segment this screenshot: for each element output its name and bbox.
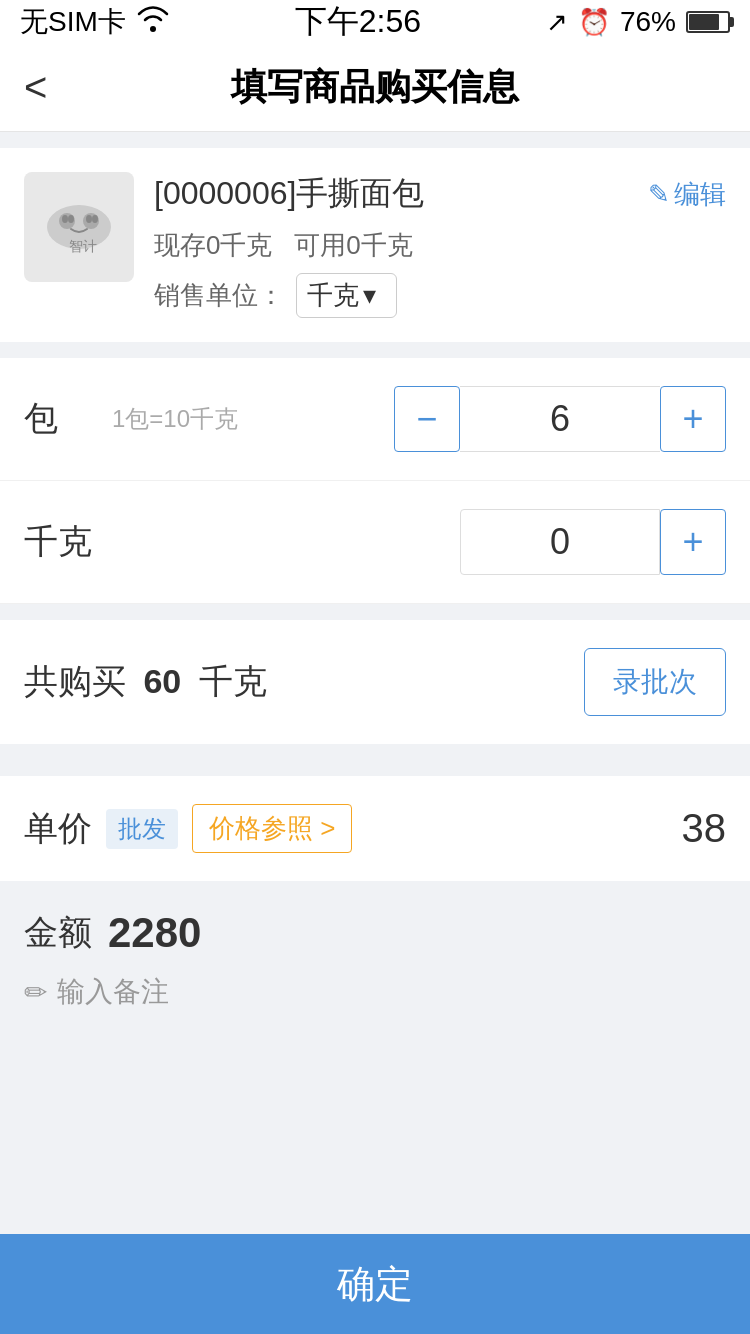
summary-section: 共购买 60 千克 录批次: [0, 620, 750, 744]
record-batch-button[interactable]: 录批次: [584, 648, 726, 716]
bao-hint: 1包=10千克: [112, 403, 394, 435]
unit-label: 销售单位：: [154, 278, 284, 313]
page-title: 填写商品购买信息: [231, 63, 519, 112]
battery-icon: [686, 11, 730, 33]
amount-row: 金额 2280: [24, 909, 726, 957]
product-name: [0000006]手撕面包: [154, 172, 424, 216]
status-bar-right: ↗ ⏰ 76%: [546, 6, 730, 38]
battery-percent: 76%: [620, 6, 676, 38]
chevron-down-icon: ▾: [363, 280, 376, 311]
product-card: 智计 [0000006]手撕面包 ✎ 编辑 现存0千克 可用0千克 销售单位： …: [0, 148, 750, 342]
amount-section: 金额 2280 ✏ 输入备注: [0, 881, 750, 1039]
product-stock: 现存0千克 可用0千克: [154, 228, 726, 263]
confirm-button[interactable]: 确定: [337, 1259, 413, 1310]
svg-point-5: [86, 215, 92, 223]
alarm-icon: ⏰: [578, 7, 610, 38]
summary-amount: 60: [143, 662, 181, 700]
quantity-kg-row: 千克 +: [0, 481, 750, 604]
bao-minus-button[interactable]: −: [394, 386, 460, 452]
kg-label: 千克: [24, 519, 104, 565]
status-bar: 无SIM卡 下午2:56 ↗ ⏰ 76%: [0, 0, 750, 44]
price-label: 单价: [24, 806, 92, 852]
quantity-bao-row: 包 1包=10千克 − +: [0, 358, 750, 481]
price-value: 38: [682, 806, 727, 851]
product-image: 智计: [24, 172, 134, 282]
kg-quantity-input[interactable]: [460, 509, 660, 575]
svg-text:智计: 智计: [69, 238, 97, 254]
bao-plus-button[interactable]: +: [660, 386, 726, 452]
price-label-area: 单价 批发 价格参照 >: [24, 804, 352, 853]
bao-quantity-input[interactable]: [460, 386, 660, 452]
status-bar-left: 无SIM卡: [20, 3, 170, 41]
remark-row[interactable]: ✏ 输入备注: [24, 973, 726, 1011]
bao-quantity-control: − +: [394, 386, 726, 452]
remark-placeholder: 输入备注: [57, 973, 169, 1011]
kg-plus-button[interactable]: +: [660, 509, 726, 575]
location-icon: ↗: [546, 7, 568, 38]
separator: [0, 744, 750, 760]
pencil-icon: ✏: [24, 976, 47, 1009]
price-ref-button[interactable]: 价格参照 >: [192, 804, 352, 853]
edit-button[interactable]: ✎ 编辑: [648, 177, 726, 212]
back-button[interactable]: <: [24, 65, 47, 110]
nav-bar: < 填写商品购买信息: [0, 44, 750, 132]
time-display: 下午2:56: [295, 0, 421, 44]
bao-label: 包: [24, 396, 104, 442]
quantity-bao-section: 包 1包=10千克 − + 千克 +: [0, 358, 750, 604]
svg-point-3: [62, 215, 68, 223]
svg-point-6: [92, 215, 98, 223]
wifi-icon: [136, 6, 170, 39]
summary-text: 共购买 60 千克: [24, 659, 267, 705]
price-section: 单价 批发 价格参照 > 38: [0, 776, 750, 881]
svg-point-4: [68, 215, 74, 223]
amount-label: 金额: [24, 910, 92, 956]
kg-quantity-control: +: [460, 509, 726, 575]
product-info: [0000006]手撕面包 ✎ 编辑 现存0千克 可用0千克 销售单位： 千克 …: [154, 172, 726, 318]
carrier-text: 无SIM卡: [20, 3, 126, 41]
footer[interactable]: 确定: [0, 1234, 750, 1334]
price-badge: 批发: [106, 809, 178, 849]
edit-icon: ✎: [648, 179, 670, 210]
amount-value: 2280: [108, 909, 201, 957]
unit-select[interactable]: 千克 ▾: [296, 273, 397, 318]
